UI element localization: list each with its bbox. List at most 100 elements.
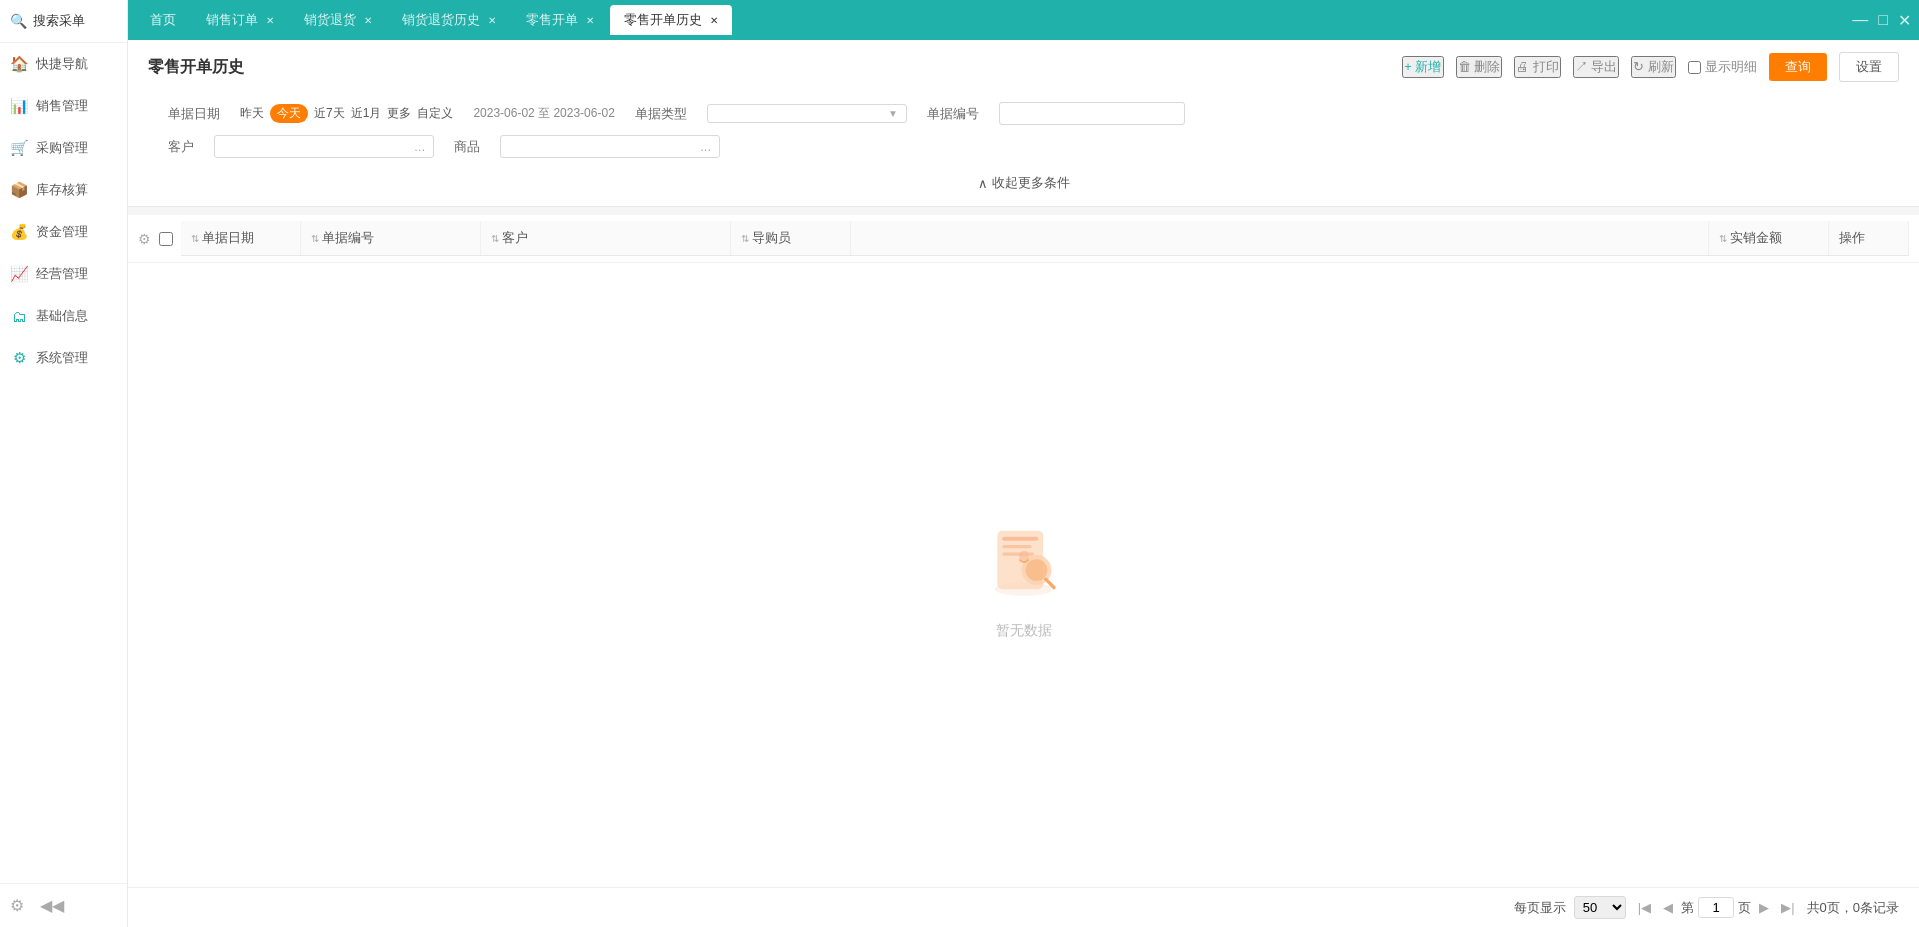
filter-row-1: 单据日期 昨天 今天 近7天 近1月 更多 自定义 2023-06-02 至 2… xyxy=(168,102,1879,125)
table-settings-icon[interactable]: ⚙ xyxy=(138,231,151,247)
tab-home-label: 首页 xyxy=(150,11,176,29)
query-button[interactable]: 查询 xyxy=(1769,53,1827,81)
th-no[interactable]: ⇅ 单据编号 xyxy=(301,221,481,255)
chevron-down-icon: ▼ xyxy=(888,108,898,119)
tab-close-icon[interactable]: ✕ xyxy=(488,15,496,26)
inventory-icon: 📦 xyxy=(10,181,28,199)
today-shortcut[interactable]: 今天 xyxy=(270,104,308,123)
page-input[interactable] xyxy=(1698,897,1734,918)
date-shortcuts: 昨天 今天 近7天 近1月 更多 自定义 xyxy=(240,104,453,123)
tab-retail-history-label: 零售开单历史 xyxy=(624,11,702,29)
sort-icon: ⇅ xyxy=(491,233,499,244)
page-nav: |◀ ◀ 第 页 ▶ ▶| xyxy=(1634,897,1799,918)
sidebar-nav: 🏠 快捷导航 📊 销售管理 🛒 采购管理 📦 库存核算 💰 资金管理 📈 经营管… xyxy=(0,43,127,883)
svg-rect-3 xyxy=(1002,545,1031,548)
last-page-button[interactable]: ▶| xyxy=(1777,898,1798,917)
bill-no-input[interactable] xyxy=(999,102,1185,125)
last-month-shortcut[interactable]: 近1月 xyxy=(351,105,382,122)
page-end-label: 页 xyxy=(1738,899,1751,917)
sort-icon: ⇅ xyxy=(1719,233,1727,244)
sys-icon: ⚙ xyxy=(10,349,28,367)
collapse-filters-button[interactable]: ∧ 收起更多条件 xyxy=(168,168,1879,196)
goods-input[interactable]: ... xyxy=(500,135,720,158)
bill-type-select[interactable]: ▼ xyxy=(707,104,907,123)
per-page-select[interactable]: 50 100 200 xyxy=(1574,896,1626,919)
page-summary: 共0页，0条记录 xyxy=(1807,899,1899,917)
sidebar-footer: ⚙ ◀◀ xyxy=(0,883,127,927)
last7-shortcut[interactable]: 近7天 xyxy=(314,105,345,122)
display-detail-toggle[interactable]: 显示明细 xyxy=(1688,58,1757,76)
filter-row-2: 客户 ... 商品 ... xyxy=(168,135,1879,158)
th-amount[interactable]: ⇅ 实销金额 xyxy=(1709,221,1829,255)
export-button[interactable]: ↗ 导出 xyxy=(1573,56,1620,78)
yesterday-shortcut[interactable]: 昨天 xyxy=(240,105,264,122)
sidebar-item-operations[interactable]: 📈 经营管理 xyxy=(0,253,127,295)
sidebar-item-sys-mgmt[interactable]: ⚙ 系统管理 xyxy=(0,337,127,379)
sidebar-item-basic-info[interactable]: 🗂 基础信息 xyxy=(0,295,127,337)
next-page-button[interactable]: ▶ xyxy=(1755,898,1773,917)
tab-sales-return-history[interactable]: 销货退货历史 ✕ xyxy=(388,5,510,35)
sidebar-item-label: 经营管理 xyxy=(36,265,88,283)
collapse-sidebar-icon[interactable]: ◀◀ xyxy=(40,896,64,915)
sidebar-search[interactable]: 🔍 搜索采单 xyxy=(0,0,127,43)
tab-home[interactable]: 首页 xyxy=(136,5,190,35)
sort-icon: ⇅ xyxy=(311,233,319,244)
search-icon: 🔍 xyxy=(10,13,27,29)
finance-icon: 💰 xyxy=(10,223,28,241)
print-button[interactable]: 🖨 打印 xyxy=(1514,56,1561,78)
refresh-button[interactable]: ↻ 刷新 xyxy=(1631,56,1676,78)
sidebar-item-label: 系统管理 xyxy=(36,349,88,367)
bill-no-label: 单据编号 xyxy=(927,105,979,123)
tab-retail-open-label: 零售开单 xyxy=(526,11,578,29)
th-action: 操作 xyxy=(1829,221,1909,255)
tab-close-icon[interactable]: ✕ xyxy=(586,15,594,26)
new-button[interactable]: + 新增 xyxy=(1402,56,1443,78)
window-controls: — □ ✕ xyxy=(1852,11,1911,30)
sidebar-item-sales-mgmt[interactable]: 📊 销售管理 xyxy=(0,85,127,127)
tab-retail-history[interactable]: 零售开单历史 ✕ xyxy=(610,5,732,35)
settings-button[interactable]: 设置 xyxy=(1839,52,1899,82)
sales-icon: 📊 xyxy=(10,97,28,115)
tab-bar: 首页 销售订单 ✕ 销货退货 ✕ 销货退货历史 ✕ 零售开单 ✕ 零售开单历史 … xyxy=(128,0,1919,40)
tab-sales-return-label: 销货退货 xyxy=(304,11,356,29)
collapse-label: 收起更多条件 xyxy=(992,174,1070,192)
delete-button[interactable]: 🗑 删除 xyxy=(1456,56,1503,78)
window-minimize-button[interactable]: — xyxy=(1852,11,1868,29)
select-all-checkbox[interactable] xyxy=(159,232,173,246)
display-detail-checkbox[interactable] xyxy=(1688,61,1701,74)
th-guide-label: 导购员 xyxy=(752,229,791,247)
tab-sales-return[interactable]: 销货退货 ✕ xyxy=(290,5,386,35)
home-icon: 🏠 xyxy=(10,55,28,73)
sidebar-item-purchase-mgmt[interactable]: 🛒 采购管理 xyxy=(0,127,127,169)
window-maximize-button[interactable]: □ xyxy=(1878,11,1888,29)
data-table-area: ⚙ ⇅ 单据日期 ⇅ 单据编号 ⇅ 客户 xyxy=(128,215,1919,927)
tab-close-icon[interactable]: ✕ xyxy=(266,15,274,26)
tab-close-icon[interactable]: ✕ xyxy=(710,15,718,26)
prev-page-button[interactable]: ◀ xyxy=(1659,898,1677,917)
tab-sales-order[interactable]: 销售订单 ✕ xyxy=(192,5,288,35)
date-range-display[interactable]: 2023-06-02 至 2023-06-02 xyxy=(473,105,614,122)
window-close-button[interactable]: ✕ xyxy=(1898,11,1911,30)
customer-input[interactable]: ... xyxy=(214,135,434,158)
th-date[interactable]: ⇅ 单据日期 xyxy=(181,221,301,255)
date-filter-label: 单据日期 xyxy=(168,105,220,123)
sidebar-item-inventory[interactable]: 📦 库存核算 xyxy=(0,169,127,211)
first-page-button[interactable]: |◀ xyxy=(1634,898,1655,917)
chevron-up-icon: ∧ xyxy=(978,176,988,191)
custom-shortcut[interactable]: 自定义 xyxy=(417,105,453,122)
tab-retail-open[interactable]: 零售开单 ✕ xyxy=(512,5,608,35)
sidebar-item-quick-nav[interactable]: 🏠 快捷导航 xyxy=(0,43,127,85)
th-no-label: 单据编号 xyxy=(322,229,374,247)
th-customer[interactable]: ⇅ 客户 xyxy=(481,221,731,255)
main-area: 首页 销售订单 ✕ 销货退货 ✕ 销货退货历史 ✕ 零售开单 ✕ 零售开单历史 … xyxy=(128,0,1919,927)
table-header: ⇅ 单据日期 ⇅ 单据编号 ⇅ 客户 ⇅ 导购员 xyxy=(181,221,1909,256)
goods-dots: ... xyxy=(700,139,711,154)
sidebar-item-finance[interactable]: 💰 资金管理 xyxy=(0,211,127,253)
tab-close-icon[interactable]: ✕ xyxy=(364,15,372,26)
gear-icon[interactable]: ⚙ xyxy=(10,896,24,915)
sidebar-item-label: 快捷导航 xyxy=(36,55,88,73)
th-guide[interactable]: ⇅ 导购员 xyxy=(731,221,851,255)
th-amount-label: 实销金额 xyxy=(1730,229,1782,247)
empty-text: 暂无数据 xyxy=(996,622,1052,640)
more-shortcut[interactable]: 更多 xyxy=(387,105,411,122)
